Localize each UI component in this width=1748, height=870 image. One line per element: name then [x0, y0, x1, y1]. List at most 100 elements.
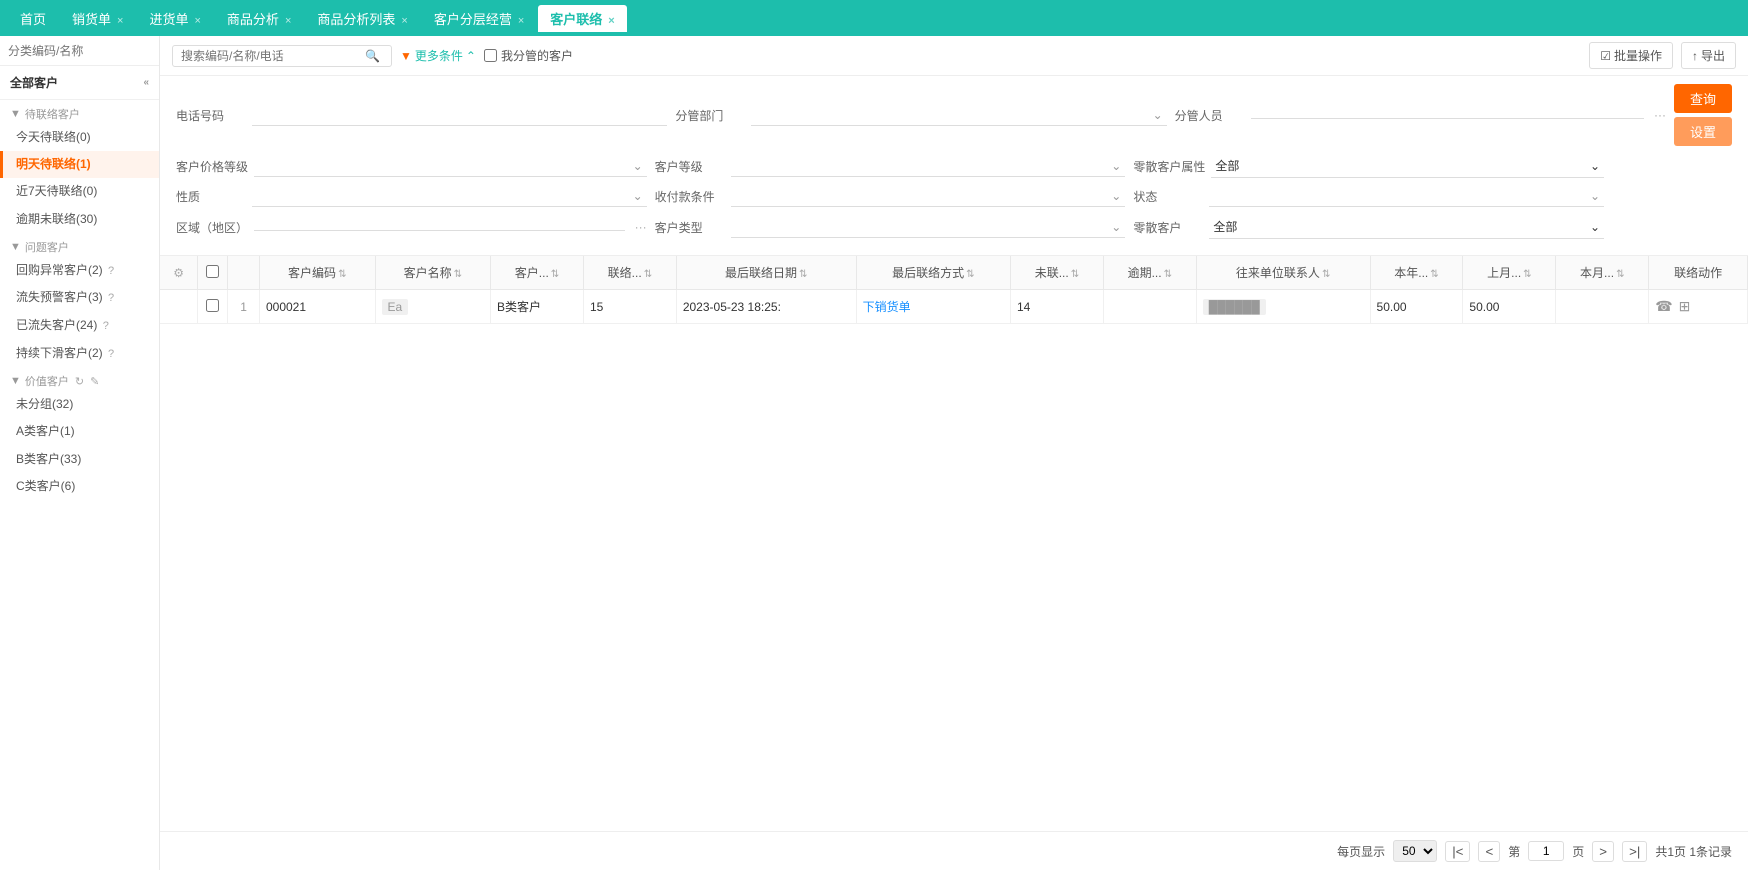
more-icon[interactable]: ··· [1654, 108, 1666, 122]
column-contact[interactable]: 联络...⇅ [583, 256, 676, 290]
filter-label-customer-level: 客户等级 [655, 158, 725, 175]
chevron-down-icon: ⌄ [1111, 189, 1121, 203]
row-uncontacted: 14 [1010, 290, 1103, 324]
question-icon[interactable]: ? [108, 265, 114, 277]
close-icon[interactable]: × [608, 15, 614, 27]
row-code[interactable]: 000021 [259, 290, 375, 324]
nav-customer-tier[interactable]: 客户分层经营× [422, 5, 536, 32]
row-select-checkbox[interactable] [206, 299, 219, 312]
filter-price-level-select[interactable]: ⌄ [254, 156, 647, 177]
last-page-btn[interactable]: >| [1622, 841, 1647, 862]
main-layout: 🔍 全部客户 « ▼ 待联络客户 今天待联络(0) 明天待联络(1) 近7天待联… [0, 36, 1748, 870]
sidebar-section-pending: ▼ 待联络客户 [0, 100, 159, 124]
more-conditions-btn[interactable]: ▼ 更多条件 ⌃ [400, 47, 476, 64]
more-icon[interactable]: ··· [635, 220, 647, 234]
nav-sales[interactable]: 销货单× [60, 5, 135, 32]
column-checkbox[interactable] [198, 256, 228, 290]
main-search-input[interactable] [181, 49, 361, 63]
nav-purchase[interactable]: 进货单× [137, 5, 212, 32]
setting-button[interactable]: 设置 [1674, 117, 1732, 146]
filter-dept-select[interactable]: ⌄ [751, 105, 1166, 126]
close-icon[interactable]: × [285, 15, 291, 27]
row-name: Ea [375, 290, 491, 324]
my-customers-checkbox[interactable]: 我分管的客户 [484, 47, 573, 64]
column-last-contact-method[interactable]: 最后联络方式⇅ [856, 256, 1010, 290]
filter-nature-select[interactable]: ⌄ [252, 186, 647, 207]
close-icon[interactable]: × [117, 15, 123, 27]
filter-bar: 🔍 ▼ 更多条件 ⌃ 我分管的客户 ☑ 批量操作 ↑ 导出 [160, 36, 1748, 76]
qr-icon[interactable]: ⊞ [1679, 298, 1691, 315]
sidebar-item-a-class[interactable]: A类客户(1) [0, 418, 159, 445]
filter-label-retail-attr: 零散客户属性 [1133, 158, 1205, 175]
sidebar-item-churned[interactable]: 已流失客户(24) ? [0, 312, 159, 340]
column-settings[interactable]: ⚙ [160, 256, 198, 290]
search-icon[interactable]: 🔍 [365, 49, 380, 63]
filter-label-retail-customer: 零散客户 [1133, 219, 1203, 236]
filter-person-select[interactable] [1251, 112, 1644, 119]
next-page-btn[interactable]: > [1592, 841, 1614, 862]
filter-row-4: 区域（地区） ··· 客户类型 ⌄ 零散客户 全部⌄ [176, 215, 1732, 239]
export-btn[interactable]: ↑ 导出 [1681, 42, 1736, 69]
select-all-checkbox[interactable] [206, 265, 219, 278]
row-this-year: 50.00 [1370, 290, 1463, 324]
column-uncontacted[interactable]: 未联...⇅ [1010, 256, 1103, 290]
filter-payment-select[interactable]: ⌄ [731, 186, 1126, 207]
nav-product-analysis-list[interactable]: 商品分析列表× [305, 5, 419, 32]
sidebar-item-declining[interactable]: 持续下滑客户(2) ? [0, 340, 159, 368]
sidebar-item-c-class[interactable]: C类客户(6) [0, 473, 159, 500]
column-last-month[interactable]: 上月...⇅ [1463, 256, 1556, 290]
row-last-contact-method[interactable]: 下销货单 [856, 290, 1010, 324]
nav-customer-contact[interactable]: 客户联络× [538, 5, 626, 32]
refresh-icon[interactable]: ↻ [75, 375, 84, 388]
nav-product-analysis[interactable]: 商品分析× [215, 5, 303, 32]
phone-icon[interactable]: ☎ [1655, 298, 1672, 315]
filter-cell-nature: 性质 ⌄ [176, 186, 647, 207]
sidebar-search-input[interactable] [8, 44, 160, 58]
sidebar-item-overdue-pending[interactable]: 逾期未联络(30) [0, 206, 159, 233]
column-overdue[interactable]: 逾期...⇅ [1103, 256, 1196, 290]
close-icon[interactable]: × [194, 15, 200, 27]
batch-operation-btn[interactable]: ☑ 批量操作 [1589, 42, 1673, 69]
column-code[interactable]: 客户编码⇅ [259, 256, 375, 290]
row-checkbox[interactable] [198, 290, 228, 324]
sidebar-item-abnormal-repurchase[interactable]: 回购异常客户(2) ? [0, 257, 159, 285]
column-this-month[interactable]: 本月...⇅ [1556, 256, 1649, 290]
close-icon[interactable]: × [518, 15, 524, 27]
chevron-left-icon[interactable]: « [143, 77, 149, 88]
question-icon[interactable]: ? [108, 348, 114, 360]
sidebar-item-7days-pending[interactable]: 近7天待联络(0) [0, 178, 159, 205]
filter-region-select[interactable] [254, 224, 625, 231]
close-icon[interactable]: × [401, 15, 407, 27]
question-icon[interactable]: ? [103, 320, 109, 332]
column-this-year[interactable]: 本年...⇅ [1370, 256, 1463, 290]
column-type[interactable]: 客户...⇅ [491, 256, 584, 290]
filter-status-select[interactable]: ⌄ [1209, 186, 1604, 207]
my-customers-check[interactable] [484, 49, 497, 62]
page-input[interactable] [1528, 841, 1564, 861]
filter-phone-input[interactable] [252, 105, 667, 126]
filter-label-status: 状态 [1133, 188, 1203, 205]
column-name[interactable]: 客户名称⇅ [375, 256, 491, 290]
row-type: B类客户 [491, 290, 584, 324]
sidebar-item-b-class[interactable]: B类客户(33) [0, 446, 159, 473]
last-contact-method-link[interactable]: 下销货单 [863, 300, 911, 314]
filter-customer-type-select[interactable]: ⌄ [731, 217, 1126, 238]
sidebar-item-today-pending[interactable]: 今天待联络(0) [0, 124, 159, 151]
prev-page-btn[interactable]: < [1478, 841, 1500, 862]
column-unit-contact[interactable]: 往来单位联系人⇅ [1196, 256, 1370, 290]
nav-home[interactable]: 首页 [8, 5, 58, 32]
filter-customer-level-select[interactable]: ⌄ [731, 156, 1126, 177]
first-page-btn[interactable]: |< [1445, 841, 1470, 862]
filter-retail-attr-select[interactable]: 全部⌄ [1211, 154, 1604, 178]
sidebar-item-ungrouped[interactable]: 未分组(32) [0, 391, 159, 418]
question-icon[interactable]: ? [108, 292, 114, 304]
column-last-contact-date[interactable]: 最后联络日期⇅ [676, 256, 856, 290]
filter-retail-customer-select[interactable]: 全部⌄ [1209, 215, 1604, 239]
query-button[interactable]: 查询 [1674, 84, 1732, 113]
edit-icon[interactable]: ✎ [90, 375, 99, 388]
sidebar-all-customers[interactable]: 全部客户 « [0, 66, 159, 100]
sidebar-item-churn-warning[interactable]: 流失预警客户(3) ? [0, 284, 159, 312]
per-page-select[interactable]: 50 [1393, 840, 1437, 862]
sidebar-item-tomorrow-pending[interactable]: 明天待联络(1) [0, 151, 159, 178]
sidebar-section-problem: ▼ 问题客户 [0, 233, 159, 257]
